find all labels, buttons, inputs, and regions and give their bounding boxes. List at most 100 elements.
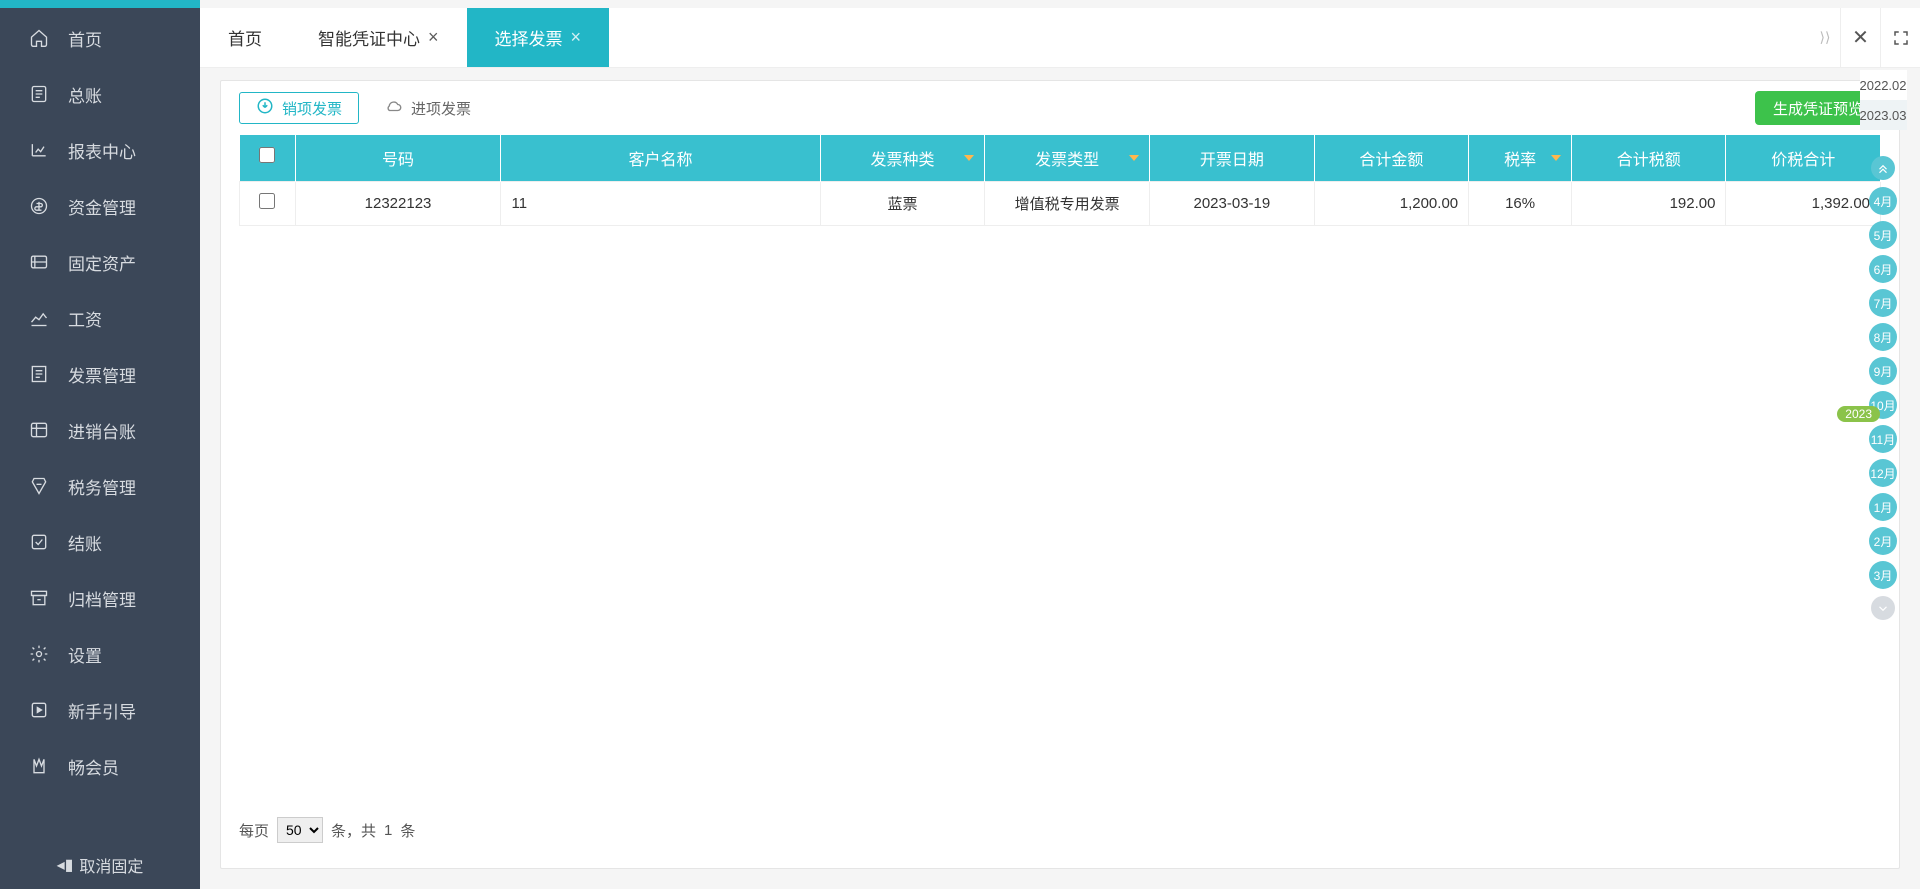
- table-wrap: 号码客户名称发票种类发票类型开票日期合计金额税率合计税额价税合计 1232212…: [239, 135, 1881, 810]
- invoice-icon: [28, 363, 50, 385]
- period-month-7月[interactable]: 7月: [1869, 289, 1897, 317]
- tab-0[interactable]: 首页: [200, 8, 290, 67]
- header-tabs: 首页 智能凭证中心×选择发票× ⟩⟩ ✕: [200, 8, 1920, 68]
- page-size-select[interactable]: 50: [277, 817, 323, 843]
- ledger-icon: [28, 83, 50, 105]
- period-month-2月[interactable]: 2月: [1869, 527, 1897, 555]
- col-label: 开票日期: [1200, 152, 1264, 169]
- col-label: 发票种类: [870, 152, 934, 169]
- period-month-8月[interactable]: 8月: [1869, 323, 1897, 351]
- member-icon: [28, 755, 50, 777]
- sort-desc-icon[interactable]: [1551, 155, 1561, 161]
- home-icon: [28, 27, 50, 49]
- period-month-4月[interactable]: 4月: [1869, 187, 1897, 215]
- period-year-badge: 2023: [1837, 406, 1880, 422]
- guide-icon: [28, 699, 50, 721]
- sort-desc-icon[interactable]: [964, 155, 974, 161]
- sidebar-item-guide[interactable]: 新手引导: [0, 682, 200, 738]
- period-panel: 2022.022023.03 4月5月6月7月8月9月10月11月12月1月2月…: [1854, 70, 1912, 624]
- period-month-5月[interactable]: 5月: [1869, 221, 1897, 249]
- tabs-scroll-right-button[interactable]: ⟩⟩: [1810, 8, 1840, 67]
- cell-_chk[interactable]: [240, 181, 296, 225]
- sidebar-item-tax[interactable]: 税务管理: [0, 458, 200, 514]
- archive-icon: [28, 587, 50, 609]
- col-date: 开票日期: [1150, 135, 1315, 181]
- period-year-2022-02[interactable]: 2022.02: [1860, 70, 1907, 100]
- sidebar-item-label: 税务管理: [68, 474, 136, 499]
- sidebar-item-gear[interactable]: 设置: [0, 626, 200, 682]
- invoice-panel: 销项发票 进项发票 生成凭证预览 号码客户名称发票种类发票类型开票日期合计金额税…: [220, 80, 1900, 869]
- sidebar-unpin-button[interactable]: ◂▮ 取消固定: [0, 841, 200, 889]
- cell-number: 12322123: [295, 181, 501, 225]
- period-month-9月[interactable]: 9月: [1869, 357, 1897, 385]
- sidebar-item-label: 固定资产: [68, 250, 136, 275]
- salary-icon: [28, 307, 50, 329]
- cell-customer: 11: [501, 181, 820, 225]
- sidebar-item-label: 归档管理: [68, 586, 136, 611]
- tab-close-icon[interactable]: ×: [571, 27, 582, 48]
- select-all-checkbox[interactable]: [259, 147, 275, 163]
- close-all-tabs-button[interactable]: ✕: [1840, 8, 1880, 67]
- sidebar-item-inout[interactable]: 进销台账: [0, 402, 200, 458]
- subtab-output-invoice[interactable]: 销项发票: [239, 92, 359, 124]
- invoice-subtabs: 销项发票 进项发票 生成凭证预览: [239, 81, 1881, 135]
- col-_chk: [240, 135, 296, 181]
- period-scroll-up-button[interactable]: [1871, 156, 1895, 180]
- sidebar-item-label: 报表中心: [68, 138, 136, 163]
- subtab-output-label: 销项发票: [282, 98, 342, 119]
- tab-label: 首页: [228, 25, 262, 50]
- col-label: 发票类型: [1035, 152, 1099, 169]
- col-number: 号码: [295, 135, 501, 181]
- col-label: 税率: [1504, 152, 1536, 169]
- col-type[interactable]: 发票类型: [985, 135, 1150, 181]
- period-scroll-down-button[interactable]: [1871, 596, 1895, 620]
- period-month-12月[interactable]: 12月: [1869, 459, 1897, 487]
- tab-close-icon[interactable]: ×: [428, 27, 439, 48]
- sidebar-item-asset[interactable]: 固定资产: [0, 234, 200, 290]
- cloud-upload-icon: [385, 97, 403, 119]
- cell-type: 增值税专用发票: [985, 181, 1150, 225]
- report-icon: [28, 139, 50, 161]
- col-tax: 合计税额: [1572, 135, 1726, 181]
- sidebar-item-invoice[interactable]: 发票管理: [0, 346, 200, 402]
- pager-count: 1: [384, 822, 392, 839]
- gear-icon: [28, 643, 50, 665]
- sidebar-item-label: 畅会员: [68, 754, 119, 779]
- tab-2[interactable]: 选择发票×: [467, 8, 610, 67]
- period-year-2023-03[interactable]: 2023.03: [1860, 100, 1907, 130]
- col-rate[interactable]: 税率: [1469, 135, 1572, 181]
- subtab-input-invoice[interactable]: 进项发票: [369, 92, 487, 124]
- pager-unit2-label: 条: [400, 820, 415, 841]
- period-month-6月[interactable]: 6月: [1869, 255, 1897, 283]
- period-month-11月[interactable]: 11月: [1869, 425, 1897, 453]
- sort-desc-icon[interactable]: [1129, 155, 1139, 161]
- pager-unit-label: 条，共: [331, 820, 376, 841]
- col-label: 价税合计: [1771, 152, 1835, 169]
- sidebar-item-member[interactable]: 畅会员: [0, 738, 200, 794]
- tax-icon: [28, 475, 50, 497]
- subtab-input-label: 进项发票: [411, 98, 471, 119]
- sidebar-item-label: 首页: [68, 26, 102, 51]
- asset-icon: [28, 251, 50, 273]
- pager: 每页 50 条，共 1 条: [239, 810, 1881, 850]
- sidebar-item-archive[interactable]: 归档管理: [0, 570, 200, 626]
- pager-per-label: 每页: [239, 820, 269, 841]
- sidebar: 首页总账报表中心资金管理固定资产工资发票管理进销台账税务管理结账归档管理设置新手…: [0, 0, 200, 889]
- row-checkbox[interactable]: [259, 193, 275, 209]
- sidebar-item-report[interactable]: 报表中心: [0, 122, 200, 178]
- sidebar-item-close[interactable]: 结账: [0, 514, 200, 570]
- period-month-1月[interactable]: 1月: [1869, 493, 1897, 521]
- sidebar-item-label: 总账: [68, 82, 102, 107]
- sidebar-item-ledger[interactable]: 总账: [0, 66, 200, 122]
- col-label: 号码: [382, 152, 414, 169]
- sidebar-item-salary[interactable]: 工资: [0, 290, 200, 346]
- tab-1[interactable]: 智能凭证中心×: [290, 8, 467, 67]
- col-kind[interactable]: 发票种类: [820, 135, 985, 181]
- sidebar-item-fund[interactable]: 资金管理: [0, 178, 200, 234]
- fullscreen-button[interactable]: [1880, 8, 1920, 67]
- table-row[interactable]: 1232212311蓝票增值税专用发票2023-03-191,200.0016%…: [240, 181, 1881, 225]
- sidebar-item-label: 资金管理: [68, 194, 136, 219]
- sidebar-item-label: 结账: [68, 530, 102, 555]
- sidebar-item-home[interactable]: 首页: [0, 10, 200, 66]
- period-month-3月[interactable]: 3月: [1869, 561, 1897, 589]
